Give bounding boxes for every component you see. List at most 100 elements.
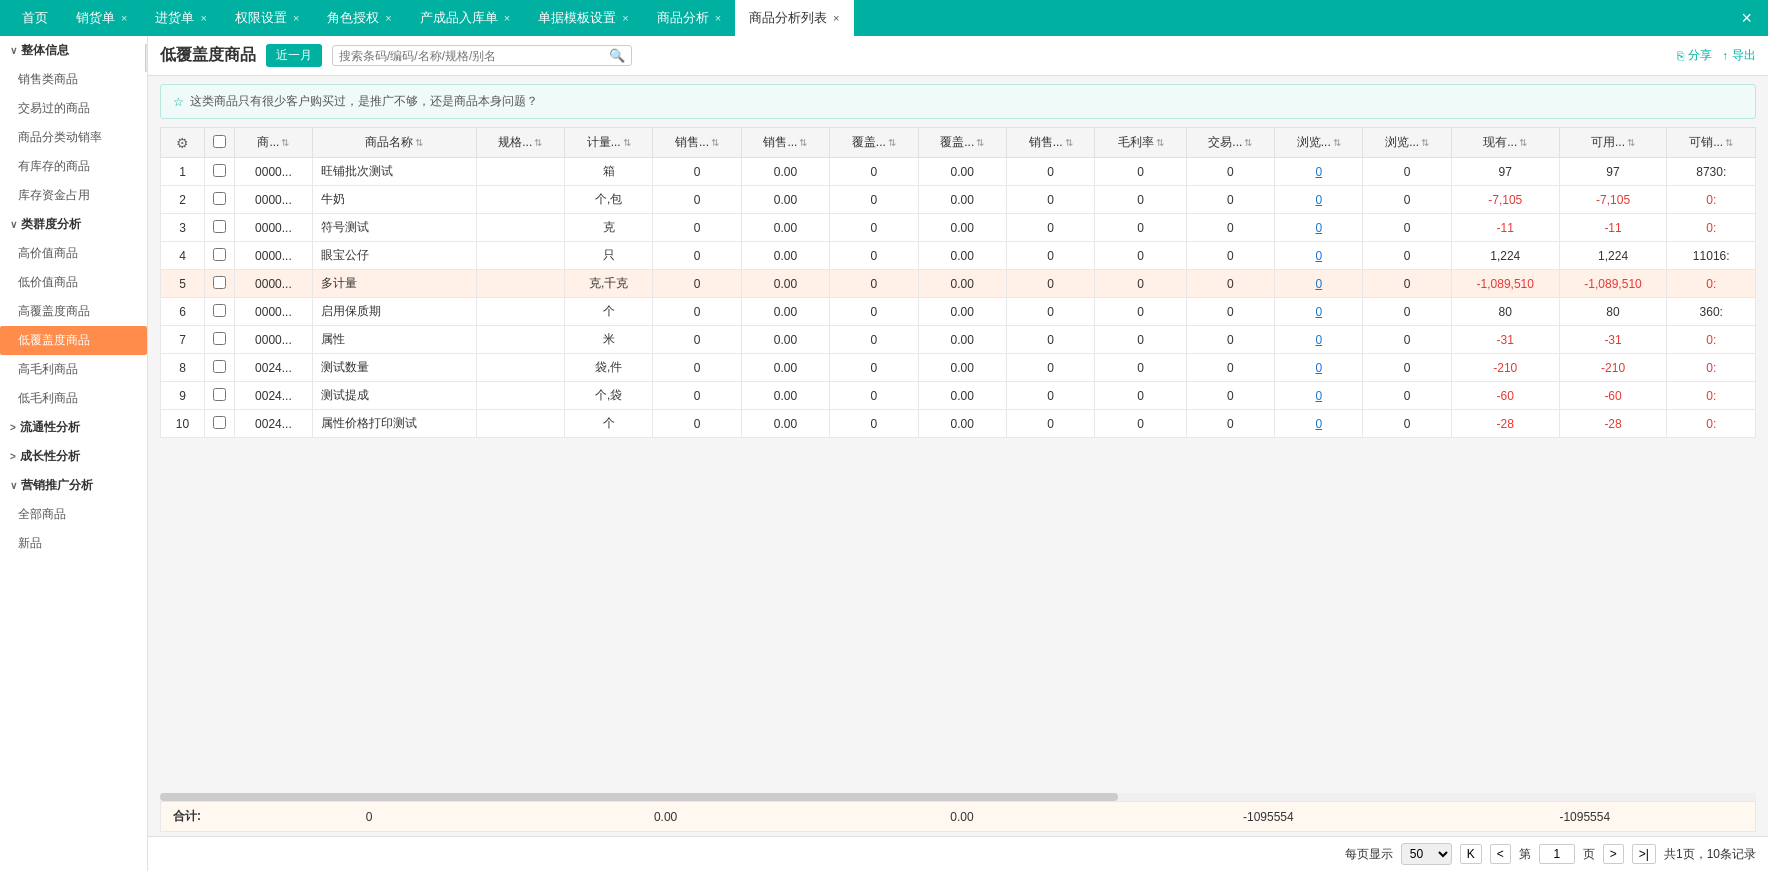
th-unit[interactable]: 计量...⇅	[564, 128, 652, 158]
horizontal-scrollbar[interactable]	[160, 793, 1756, 801]
th-sales-amt[interactable]: 销售...⇅	[741, 128, 829, 158]
row-sales-qty: 0	[653, 158, 741, 186]
sidebar-item-sales-goods[interactable]: 销售类商品	[0, 65, 147, 94]
row-checkbox[interactable]	[204, 354, 234, 382]
nav-tab-purchase-close[interactable]: ×	[200, 12, 206, 24]
th-gross-rate[interactable]: 毛利率⇅	[1095, 128, 1186, 158]
nav-tab-permission-close[interactable]: ×	[293, 12, 299, 24]
row-browse1[interactable]: 0	[1275, 298, 1363, 326]
prev-page-button[interactable]: <	[1490, 844, 1511, 864]
scrollbar-thumb[interactable]	[160, 793, 1118, 801]
row-browse1[interactable]: 0	[1275, 354, 1363, 382]
settings-icon[interactable]: ⚙	[176, 135, 189, 151]
nav-tab-permission[interactable]: 权限设置 ×	[221, 0, 313, 36]
share-button[interactable]: ⎘ 分享	[1677, 47, 1712, 64]
th-code[interactable]: 商...⇅	[234, 128, 312, 158]
row-checkbox[interactable]	[204, 382, 234, 410]
row-checkbox[interactable]	[204, 270, 234, 298]
sidebar-toggle-button[interactable]: 《	[145, 44, 148, 72]
table-container[interactable]: ⚙ 商...⇅ 商品名称⇅ 规格...⇅ 计量...⇅ 销售...⇅ 销售...…	[160, 127, 1756, 793]
sidebar-section-growth[interactable]: > 成长性分析	[0, 442, 147, 471]
window-close-button[interactable]: ×	[1733, 8, 1760, 29]
nav-tab-sales-close[interactable]: ×	[121, 12, 127, 24]
table-row: 4 0000... 眼宝公仔 只 0 0.00 0 0.00 0 0 0 0 0…	[161, 242, 1756, 270]
row-checkbox[interactable]	[204, 158, 234, 186]
content-area: 低覆盖度商品 近一月 🔍 ⎘ 分享 ↑ 导出 ☆ 这类商品只有很少客户购买过，是…	[148, 36, 1768, 871]
date-filter-button[interactable]: 近一月	[266, 44, 322, 67]
first-page-button[interactable]: K	[1460, 844, 1482, 864]
export-button[interactable]: ↑ 导出	[1722, 47, 1756, 64]
th-trade[interactable]: 交易...⇅	[1186, 128, 1274, 158]
row-name: 牛奶	[312, 186, 476, 214]
th-sales-qty[interactable]: 销售...⇅	[653, 128, 741, 158]
nav-tab-product-inbound-close[interactable]: ×	[504, 12, 510, 24]
last-page-button[interactable]: >|	[1632, 844, 1656, 864]
row-gross-rate: 0	[1095, 158, 1186, 186]
th-spec[interactable]: 规格...⇅	[476, 128, 564, 158]
sidebar-item-low-value[interactable]: 低价值商品	[0, 268, 147, 297]
row-browse1[interactable]: 0	[1275, 214, 1363, 242]
row-checkbox[interactable]	[204, 214, 234, 242]
th-cover2[interactable]: 覆盖...⇅	[918, 128, 1006, 158]
search-input[interactable]	[339, 49, 609, 63]
nav-tab-goods-analysis[interactable]: 商品分析 ×	[643, 0, 735, 36]
th-saleable[interactable]: 可销...⇅	[1667, 128, 1756, 158]
sidebar-item-high-value[interactable]: 高价值商品	[0, 239, 147, 268]
sidebar-section-cluster[interactable]: ∨ 类群度分析	[0, 210, 147, 239]
nav-tab-goods-analysis-list-close[interactable]: ×	[833, 12, 839, 24]
sidebar-item-new-goods[interactable]: 新品	[0, 529, 147, 558]
sidebar-section-circulation[interactable]: > 流通性分析	[0, 413, 147, 442]
th-current[interactable]: 现有...⇅	[1451, 128, 1559, 158]
sidebar-section-overall[interactable]: ∨ 整体信息	[0, 36, 147, 65]
row-checkbox[interactable]	[204, 242, 234, 270]
th-available[interactable]: 可用...⇅	[1559, 128, 1667, 158]
current-page-input[interactable]	[1539, 844, 1575, 864]
row-browse1[interactable]: 0	[1275, 186, 1363, 214]
row-sales-amt: 0.00	[741, 354, 829, 382]
row-settings: 5	[161, 270, 205, 298]
th-name[interactable]: 商品名称⇅	[312, 128, 476, 158]
sidebar-item-traded-goods[interactable]: 交易过的商品	[0, 94, 147, 123]
sidebar-section-marketing[interactable]: ∨ 营销推广分析	[0, 471, 147, 500]
nav-tab-template-close[interactable]: ×	[622, 12, 628, 24]
nav-tab-sales[interactable]: 销货单 ×	[62, 0, 141, 36]
sidebar-item-high-margin[interactable]: 高毛利商品	[0, 355, 147, 384]
nav-tab-home[interactable]: 首页	[8, 0, 62, 36]
row-browse1[interactable]: 0	[1275, 242, 1363, 270]
row-current: 1,224	[1451, 242, 1559, 270]
page-size-select[interactable]: 10 20 50 100	[1401, 843, 1452, 865]
row-browse1[interactable]: 0	[1275, 158, 1363, 186]
nav-tab-goods-analysis-close[interactable]: ×	[715, 12, 721, 24]
row-browse2: 0	[1363, 158, 1451, 186]
th-settings[interactable]: ⚙	[161, 128, 205, 158]
th-sales-day[interactable]: 销售...⇅	[1006, 128, 1094, 158]
row-checkbox[interactable]	[204, 186, 234, 214]
row-browse1[interactable]: 0	[1275, 410, 1363, 438]
row-browse1[interactable]: 0	[1275, 382, 1363, 410]
row-browse1[interactable]: 0	[1275, 326, 1363, 354]
nav-tab-role-close[interactable]: ×	[385, 12, 391, 24]
row-checkbox[interactable]	[204, 298, 234, 326]
sidebar-item-inventory-capital[interactable]: 库存资金占用	[0, 181, 147, 210]
nav-tab-template[interactable]: 单据模板设置 ×	[524, 0, 642, 36]
sidebar-item-stocked-goods[interactable]: 有库存的商品	[0, 152, 147, 181]
sidebar-item-high-coverage[interactable]: 高覆盖度商品	[0, 297, 147, 326]
row-checkbox[interactable]	[204, 326, 234, 354]
row-name: 启用保质期	[312, 298, 476, 326]
sidebar-item-all-goods[interactable]: 全部商品	[0, 500, 147, 529]
sidebar-item-category-turnover[interactable]: 商品分类动销率	[0, 123, 147, 152]
nav-tab-product-inbound[interactable]: 产成品入库单 ×	[406, 0, 524, 36]
row-name: 测试数量	[312, 354, 476, 382]
nav-tab-goods-analysis-list[interactable]: 商品分析列表 ×	[735, 0, 853, 36]
row-checkbox[interactable]	[204, 410, 234, 438]
sidebar-item-low-coverage[interactable]: 低覆盖度商品	[0, 326, 147, 355]
th-cover1[interactable]: 覆盖...⇅	[830, 128, 918, 158]
th-browse1[interactable]: 浏览...⇅	[1275, 128, 1363, 158]
nav-tab-role[interactable]: 角色授权 ×	[313, 0, 405, 36]
th-browse2[interactable]: 浏览...⇅	[1363, 128, 1451, 158]
row-browse1[interactable]: 0	[1275, 270, 1363, 298]
sidebar-item-low-margin[interactable]: 低毛利商品	[0, 384, 147, 413]
select-all-checkbox[interactable]	[213, 135, 226, 148]
next-page-button[interactable]: >	[1603, 844, 1624, 864]
nav-tab-purchase[interactable]: 进货单 ×	[141, 0, 220, 36]
